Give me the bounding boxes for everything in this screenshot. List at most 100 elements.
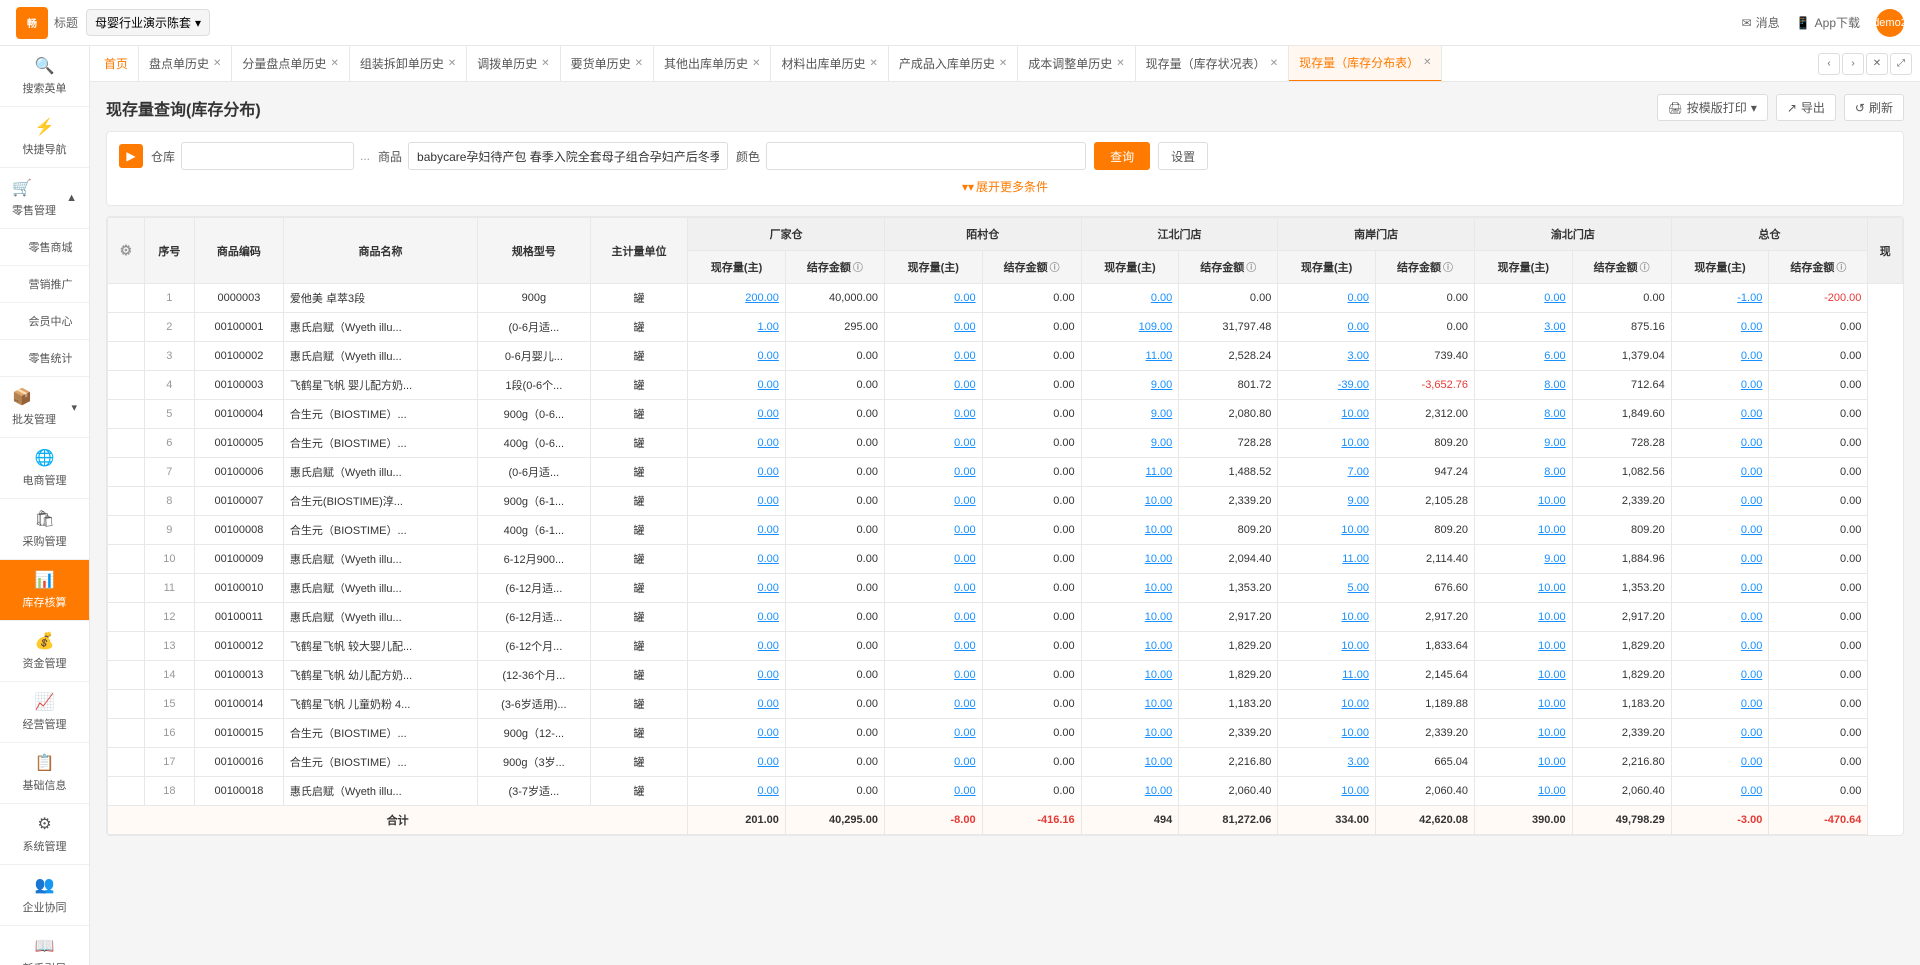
row-val-0[interactable]: 0.00 (688, 632, 786, 661)
message-btn[interactable]: ✉ 消息 (1742, 14, 1780, 31)
tab-assembly[interactable]: 组装拆卸单历史 ✕ (350, 46, 467, 82)
qty-link[interactable]: 0.00 (757, 495, 778, 507)
row-val-4[interactable]: 9.00 (1081, 429, 1179, 458)
qty-link[interactable]: 0.00 (1741, 669, 1762, 681)
row-val-8[interactable]: 8.00 (1475, 400, 1573, 429)
qty-link[interactable]: 10.00 (1145, 524, 1173, 536)
qty-link[interactable]: 0.00 (954, 669, 975, 681)
row-val-6[interactable]: 10.00 (1278, 777, 1376, 806)
info-icon[interactable]: ⓘ (1836, 263, 1846, 274)
qty-link[interactable]: 10.00 (1145, 698, 1173, 710)
row-val-0[interactable]: 0.00 (688, 661, 786, 690)
th-gear[interactable]: ⚙ (108, 218, 145, 284)
qty-link[interactable]: 0.00 (1741, 408, 1762, 420)
row-val-6[interactable]: 9.00 (1278, 487, 1376, 516)
row-val-2[interactable]: 0.00 (884, 371, 982, 400)
row-val-10[interactable]: 0.00 (1671, 516, 1769, 545)
qty-link[interactable]: 8.00 (1544, 408, 1565, 420)
row-val-10[interactable]: 0.00 (1671, 400, 1769, 429)
qty-link[interactable]: 0.00 (954, 553, 975, 565)
tab-other-out[interactable]: 其他出库单历史 ✕ (654, 46, 771, 82)
filter-toggle-btn[interactable]: ▶ (119, 144, 143, 168)
qty-link[interactable]: 8.00 (1544, 466, 1565, 478)
tab-close-icon[interactable]: ✕ (330, 58, 338, 69)
qty-link[interactable]: 0.00 (757, 785, 778, 797)
row-val-6[interactable]: 10.00 (1278, 632, 1376, 661)
tab-close-icon[interactable]: ✕ (869, 58, 877, 69)
qty-link[interactable]: 0.00 (1741, 495, 1762, 507)
qty-link[interactable]: 0.00 (1544, 292, 1565, 304)
row-val-4[interactable]: 10.00 (1081, 545, 1179, 574)
row-val-8[interactable]: 10.00 (1475, 777, 1573, 806)
row-val-0[interactable]: 0.00 (688, 342, 786, 371)
qty-link[interactable]: 11.00 (1146, 350, 1173, 362)
sidebar-item-newguide[interactable]: 📖 新手引导 (0, 926, 89, 965)
sidebar-item-search[interactable]: 🔍 搜索英单 (0, 46, 89, 107)
row-val-8[interactable]: 10.00 (1475, 487, 1573, 516)
query-btn[interactable]: 查询 (1094, 142, 1150, 170)
qty-link[interactable]: 10.00 (1341, 727, 1369, 739)
row-val-0[interactable]: 0.00 (688, 603, 786, 632)
qty-link[interactable]: 3.00 (1544, 321, 1565, 333)
qty-link[interactable]: 0.00 (954, 611, 975, 623)
qty-link[interactable]: 10.00 (1145, 640, 1173, 652)
row-val-6[interactable]: 3.00 (1278, 748, 1376, 777)
tab-inventory-status[interactable]: 现存量（库存状况表） ✕ (1136, 46, 1289, 82)
print-btn[interactable]: 🖨 按模版打印 ▾ (1657, 94, 1768, 121)
sidebar-item-finance[interactable]: 💰 资金管理 (0, 621, 89, 682)
qty-link[interactable]: 10.00 (1341, 611, 1369, 623)
row-val-4[interactable]: 9.00 (1081, 371, 1179, 400)
qty-link[interactable]: 10.00 (1538, 785, 1566, 797)
row-val-6[interactable]: 10.00 (1278, 603, 1376, 632)
tab-transfer[interactable]: 调拨单历史 ✕ (467, 46, 560, 82)
row-val-10[interactable]: 0.00 (1671, 342, 1769, 371)
sidebar-item-inventory[interactable]: 📊 库存核算 (0, 560, 89, 621)
row-val-10[interactable]: 0.00 (1671, 632, 1769, 661)
color-input[interactable] (766, 142, 1086, 170)
sidebar-item-operation[interactable]: 📈 经营管理 (0, 682, 89, 743)
row-val-2[interactable]: 0.00 (884, 400, 982, 429)
row-val-10[interactable]: 0.00 (1671, 748, 1769, 777)
row-val-4[interactable]: 10.00 (1081, 661, 1179, 690)
tab-material-out[interactable]: 材料出库单历史 ✕ (771, 46, 888, 82)
row-val-0[interactable]: 0.00 (688, 487, 786, 516)
qty-link[interactable]: 0.00 (954, 379, 975, 391)
row-val-4[interactable]: 10.00 (1081, 574, 1179, 603)
qty-link[interactable]: 10.00 (1538, 640, 1566, 652)
row-val-8[interactable]: 10.00 (1475, 574, 1573, 603)
qty-link[interactable]: 10.00 (1341, 524, 1369, 536)
qty-link[interactable]: 7.00 (1348, 466, 1369, 478)
row-val-6[interactable]: 10.00 (1278, 516, 1376, 545)
qty-link[interactable]: 10.00 (1341, 785, 1369, 797)
row-val-4[interactable]: 10.00 (1081, 632, 1179, 661)
qty-link[interactable]: 10.00 (1538, 582, 1566, 594)
row-val-6[interactable]: 10.00 (1278, 719, 1376, 748)
qty-link[interactable]: 0.00 (1741, 350, 1762, 362)
row-val-8[interactable]: 0.00 (1475, 284, 1573, 313)
sidebar-item-basic[interactable]: 📋 基础信息 (0, 743, 89, 804)
row-val-8[interactable]: 8.00 (1475, 371, 1573, 400)
qty-link[interactable]: 6.00 (1544, 350, 1565, 362)
sidebar-item-collab[interactable]: 👥 企业协同 (0, 865, 89, 926)
qty-link[interactable]: 10.00 (1538, 611, 1566, 623)
tab-product-in[interactable]: 产成品入库单历史 ✕ (889, 46, 1018, 82)
row-val-10[interactable]: -1.00 (1671, 284, 1769, 313)
qty-link[interactable]: -39.00 (1338, 379, 1369, 391)
tab-close-icon[interactable]: ✕ (1423, 57, 1431, 68)
tab-close-icon[interactable]: ✕ (999, 58, 1007, 69)
row-val-2[interactable]: 0.00 (884, 603, 982, 632)
row-val-10[interactable]: 0.00 (1671, 313, 1769, 342)
qty-link[interactable]: 0.00 (1741, 524, 1762, 536)
qty-link[interactable]: 0.00 (757, 553, 778, 565)
qty-link[interactable]: 10.00 (1145, 495, 1173, 507)
info-icon[interactable]: ⓘ (1443, 263, 1453, 274)
qty-link[interactable]: 0.00 (954, 321, 975, 333)
row-val-10[interactable]: 0.00 (1671, 487, 1769, 516)
row-val-0[interactable]: 0.00 (688, 748, 786, 777)
qty-link[interactable]: 10.00 (1145, 669, 1173, 681)
qty-link[interactable]: 0.00 (954, 785, 975, 797)
row-val-8[interactable]: 10.00 (1475, 603, 1573, 632)
row-val-8[interactable]: 10.00 (1475, 748, 1573, 777)
qty-link[interactable]: 0.00 (954, 292, 975, 304)
qty-link[interactable]: 0.00 (1741, 553, 1762, 565)
